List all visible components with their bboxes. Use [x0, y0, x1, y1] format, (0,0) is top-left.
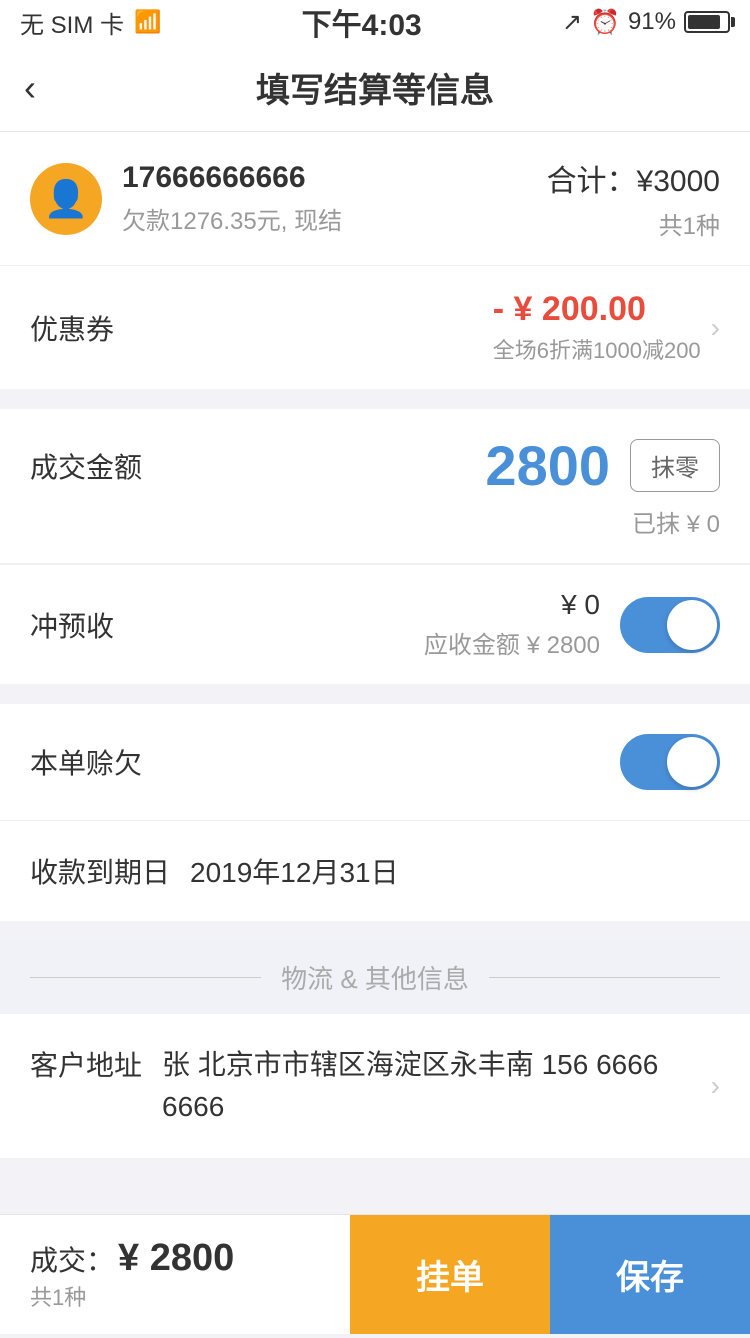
prepaid-receivable: 应收金额 ¥ 2800 [424, 625, 600, 660]
coupon-label: 优惠券 [30, 308, 114, 348]
customer-debt: 欠款1276.35元, 现结 [122, 201, 342, 236]
coupon-description: 全场6折满1000减200 [493, 333, 701, 365]
carrier-text: 无 SIM 卡 [20, 5, 124, 40]
customer-section: 👤 17666666666 欠款1276.35元, 现结 合计：¥3000 共1… [0, 132, 750, 265]
avatar: 👤 [30, 163, 102, 235]
customer-right: 合计：¥3000 共1种 [547, 156, 720, 241]
coupon-discount: - ¥ 200.00 [493, 290, 701, 329]
duedate-row: 收款到期日 2019年12月31日 [30, 851, 720, 891]
address-value: 张 北京市市辖区海淀区永丰南 156 6666 6666 [162, 1044, 711, 1128]
address-section[interactable]: 客户地址 张 北京市市辖区海淀区永丰南 156 6666 6666 › [0, 1014, 750, 1158]
avatar-icon: 👤 [44, 178, 89, 220]
bottom-info: 成交： ¥ 2800 共1种 [0, 1215, 350, 1334]
deal-section: 成交金额 2800 抹零 已抹 ¥ 0 [0, 409, 750, 564]
logistics-label: 物流 & 其他信息 [281, 959, 469, 996]
page-header: ‹ 填写结算等信息 [0, 44, 750, 132]
prepaid-amount-block: ¥ 0 应收金额 ¥ 2800 [424, 589, 600, 660]
bottom-count: 共1种 [30, 1280, 320, 1312]
bottom-deal-row: 成交： ¥ 2800 [30, 1237, 320, 1280]
customer-phone: 17666666666 [122, 161, 342, 195]
credit-label: 本单赊欠 [30, 742, 142, 782]
deal-sub-text: 已抹 ¥ 0 [30, 504, 720, 539]
round-zero-button[interactable]: 抹零 [630, 439, 720, 492]
deal-right: 2800 抹零 [485, 433, 720, 498]
toggle-knob [667, 600, 717, 650]
duedate-section: 收款到期日 2019年12月31日 [0, 820, 750, 921]
section-divider-3 [0, 921, 750, 941]
section-divider-1 [0, 389, 750, 409]
coupon-info: - ¥ 200.00 全场6折满1000减200 [493, 290, 701, 365]
customer-info: 17666666666 欠款1276.35元, 现结 [122, 161, 342, 236]
total-count: 共1种 [547, 206, 720, 241]
address-chevron-icon: › [711, 1070, 720, 1102]
wifi-icon: 📶 [134, 9, 161, 35]
page-title: 填写结算等信息 [256, 63, 494, 112]
prepaid-label: 冲预收 [30, 605, 114, 645]
deal-label: 成交金额 [30, 446, 142, 486]
main-content: 👤 17666666666 欠款1276.35元, 现结 合计：¥3000 共1… [0, 132, 750, 1338]
duedate-label: 收款到期日 [30, 851, 170, 891]
battery-fill [688, 15, 720, 29]
chevron-right-icon: › [711, 312, 720, 344]
duedate-value: 2019年12月31日 [190, 851, 399, 891]
total-amount: 合计：¥3000 [547, 156, 720, 200]
prepaid-toggle[interactable] [620, 597, 720, 653]
bottom-deal-amount: ¥ 2800 [118, 1237, 234, 1280]
pending-button[interactable]: 挂单 [350, 1215, 550, 1334]
customer-left: 👤 17666666666 欠款1276.35元, 现结 [30, 161, 342, 236]
prepaid-section: 冲预收 ¥ 0 应收金额 ¥ 2800 [0, 564, 750, 684]
credit-toggle-knob [667, 737, 717, 787]
back-button[interactable]: ‹ [24, 67, 36, 109]
status-right: ↗ ⏰ 91% [562, 8, 730, 37]
coupon-section[interactable]: 优惠券 - ¥ 200.00 全场6折满1000减200 › [0, 265, 750, 389]
alarm-icon: ⏰ [590, 8, 620, 37]
prepaid-right: ¥ 0 应收金额 ¥ 2800 [424, 589, 720, 660]
deal-row: 成交金额 2800 抹零 [30, 433, 720, 498]
save-button[interactable]: 保存 [550, 1215, 750, 1334]
logistics-line-right [489, 977, 720, 978]
address-label: 客户地址 [30, 1044, 142, 1084]
coupon-right: - ¥ 200.00 全场6折满1000减200 › [493, 290, 720, 365]
logistics-divider: 物流 & 其他信息 [0, 941, 750, 1014]
battery-indicator [684, 11, 730, 33]
location-icon: ↗ [562, 8, 582, 37]
credit-toggle[interactable] [620, 734, 720, 790]
status-time: 下午4:03 [302, 0, 422, 44]
credit-section: 本单赊欠 [0, 704, 750, 820]
status-bar: 无 SIM 卡 📶 下午4:03 ↗ ⏰ 91% [0, 0, 750, 44]
status-left: 无 SIM 卡 📶 [20, 5, 161, 40]
bottom-bar: 成交： ¥ 2800 共1种 挂单 保存 [0, 1214, 750, 1334]
prepaid-amount: ¥ 0 [424, 589, 600, 621]
logistics-line-left [30, 977, 261, 978]
section-divider-2 [0, 684, 750, 704]
bottom-deal-label: 成交： [30, 1239, 114, 1279]
battery-percentage: 91% [628, 8, 676, 36]
deal-amount[interactable]: 2800 [485, 433, 610, 498]
